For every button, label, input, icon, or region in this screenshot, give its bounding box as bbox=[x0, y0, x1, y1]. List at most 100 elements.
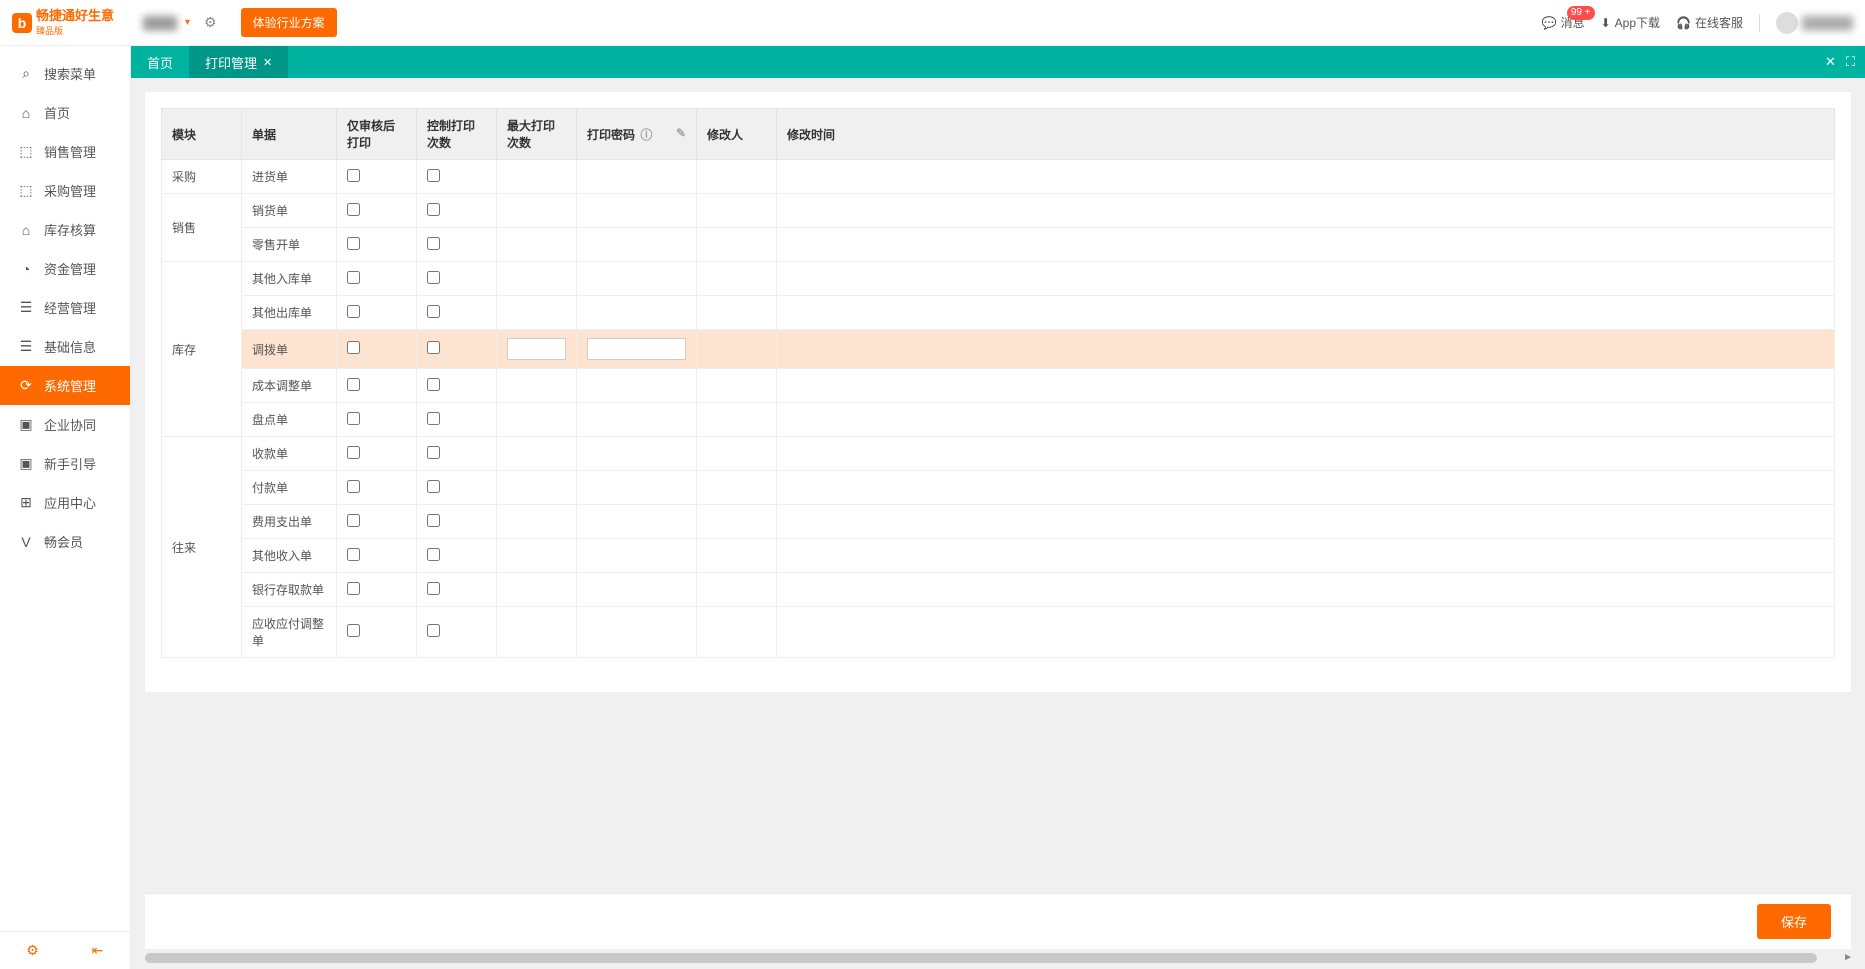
cell-audit-only bbox=[337, 369, 417, 403]
password-input[interactable] bbox=[587, 338, 686, 360]
cell-limit-count bbox=[417, 160, 497, 194]
cell-doc: 其他出库单 bbox=[242, 296, 337, 330]
tab-print[interactable]: 打印管理✕ bbox=[189, 46, 288, 78]
cell-doc: 银行存取款单 bbox=[242, 573, 337, 607]
edit-password-icon[interactable]: ✎ bbox=[676, 126, 686, 140]
sidebar-item-system[interactable]: ⟳系统管理 bbox=[0, 366, 130, 405]
sidebar-item-coop[interactable]: ▣企业协同 bbox=[0, 405, 130, 444]
audit-only-checkbox[interactable] bbox=[347, 169, 360, 182]
sidebar-item-sales[interactable]: ⬚销售管理 bbox=[0, 132, 130, 171]
limit-count-checkbox[interactable] bbox=[427, 237, 440, 250]
service-button[interactable]: 🎧 在线客服 bbox=[1676, 14, 1743, 31]
sidebar-item-stock[interactable]: ⌂库存核算 bbox=[0, 210, 130, 249]
cell-max-count bbox=[497, 369, 577, 403]
audit-only-checkbox[interactable] bbox=[347, 203, 360, 216]
logo-text: 畅捷通好生意 bbox=[36, 8, 114, 23]
audit-only-checkbox[interactable] bbox=[347, 341, 360, 354]
sidebar-item-operate[interactable]: ☰经营管理 bbox=[0, 288, 130, 327]
audit-only-checkbox[interactable] bbox=[347, 271, 360, 284]
tab-close-icon[interactable]: ✕ bbox=[263, 56, 272, 69]
sidebar-collapse-button[interactable]: ⇤ bbox=[65, 932, 130, 969]
table-row: 往来收款单 bbox=[162, 437, 1835, 471]
audit-only-checkbox[interactable] bbox=[347, 548, 360, 561]
message-button[interactable]: 💬 消息 99 + bbox=[1542, 14, 1585, 31]
sidebar-item-search[interactable]: ⌕搜索菜单 bbox=[0, 54, 130, 93]
download-button[interactable]: ⬇ App下载 bbox=[1601, 14, 1660, 31]
footer-bar: 保存 bbox=[145, 893, 1851, 949]
cell-modifier bbox=[697, 505, 777, 539]
audit-only-checkbox[interactable] bbox=[347, 378, 360, 391]
sidebar-settings-button[interactable]: ⚙ bbox=[0, 932, 65, 969]
cell-doc: 盘点单 bbox=[242, 403, 337, 437]
cell-max-count bbox=[497, 296, 577, 330]
scroll-right-icon[interactable]: ► bbox=[1843, 952, 1853, 963]
help-icon[interactable]: ⓘ bbox=[640, 128, 652, 142]
cell-modifier bbox=[697, 296, 777, 330]
sidebar-item-guide[interactable]: ▣新手引导 bbox=[0, 444, 130, 483]
audit-only-checkbox[interactable] bbox=[347, 305, 360, 318]
industry-plan-button[interactable]: 体验行业方案 bbox=[241, 8, 337, 37]
cell-max-count bbox=[497, 160, 577, 194]
sidebar-item-fund[interactable]: ◔资金管理 bbox=[0, 249, 130, 288]
tab-label: 首页 bbox=[147, 53, 173, 72]
scrollbar-thumb[interactable] bbox=[145, 953, 1817, 963]
limit-count-checkbox[interactable] bbox=[427, 271, 440, 284]
limit-count-checkbox[interactable] bbox=[427, 169, 440, 182]
audit-only-checkbox[interactable] bbox=[347, 624, 360, 637]
table-row: 零售开单 bbox=[162, 228, 1835, 262]
cell-modify-time bbox=[777, 369, 1835, 403]
org-selector[interactable]: ████ ▾ ⚙ bbox=[131, 14, 229, 31]
cell-password bbox=[577, 330, 697, 369]
audit-only-checkbox[interactable] bbox=[347, 582, 360, 595]
base-icon: ☰ bbox=[18, 339, 34, 355]
limit-count-checkbox[interactable] bbox=[427, 305, 440, 318]
max-count-input[interactable] bbox=[507, 338, 566, 360]
fullscreen-icon[interactable]: ⛶ bbox=[1846, 54, 1855, 70]
cell-limit-count bbox=[417, 403, 497, 437]
sidebar-item-appcenter[interactable]: ⊞应用中心 bbox=[0, 483, 130, 522]
limit-count-checkbox[interactable] bbox=[427, 514, 440, 527]
limit-count-checkbox[interactable] bbox=[427, 378, 440, 391]
sidebar-item-base[interactable]: ☰基础信息 bbox=[0, 327, 130, 366]
sidebar-item-vip[interactable]: V畅会员 bbox=[0, 522, 130, 561]
limit-count-checkbox[interactable] bbox=[427, 446, 440, 459]
audit-only-checkbox[interactable] bbox=[347, 480, 360, 493]
save-button[interactable]: 保存 bbox=[1757, 904, 1831, 939]
sidebar-item-purchase[interactable]: ⬚采购管理 bbox=[0, 171, 130, 210]
limit-count-checkbox[interactable] bbox=[427, 548, 440, 561]
logo-icon: b bbox=[12, 13, 32, 33]
message-badge: 99 + bbox=[1567, 6, 1595, 20]
limit-count-checkbox[interactable] bbox=[427, 341, 440, 354]
tabs: 首页打印管理✕ ✕ ⛶ bbox=[131, 46, 1865, 78]
cell-audit-only bbox=[337, 403, 417, 437]
th-doc: 单据 bbox=[242, 109, 337, 160]
cell-password bbox=[577, 160, 697, 194]
sidebar-item-home[interactable]: ⌂首页 bbox=[0, 93, 130, 132]
horizontal-scrollbar[interactable]: ◄ ► bbox=[145, 953, 1851, 963]
cell-modify-time bbox=[777, 607, 1835, 658]
limit-count-checkbox[interactable] bbox=[427, 624, 440, 637]
cell-max-count bbox=[497, 228, 577, 262]
cell-password bbox=[577, 607, 697, 658]
tab-close-all-icon[interactable]: ✕ bbox=[1825, 54, 1836, 70]
limit-count-checkbox[interactable] bbox=[427, 203, 440, 216]
limit-count-checkbox[interactable] bbox=[427, 582, 440, 595]
tab-home[interactable]: 首页 bbox=[131, 46, 189, 78]
user-menu[interactable]: ██████ bbox=[1776, 12, 1853, 34]
audit-only-checkbox[interactable] bbox=[347, 514, 360, 527]
gear-icon[interactable]: ⚙ bbox=[204, 14, 217, 31]
logo[interactable]: b 畅捷通好生意 臻品版 bbox=[12, 9, 131, 37]
cell-doc: 成本调整单 bbox=[242, 369, 337, 403]
cell-audit-only bbox=[337, 539, 417, 573]
headset-icon: 🎧 bbox=[1676, 16, 1691, 30]
audit-only-checkbox[interactable] bbox=[347, 412, 360, 425]
limit-count-checkbox[interactable] bbox=[427, 412, 440, 425]
cell-password bbox=[577, 573, 697, 607]
vip-icon: V bbox=[18, 534, 34, 550]
audit-only-checkbox[interactable] bbox=[347, 446, 360, 459]
cell-doc: 其他收入单 bbox=[242, 539, 337, 573]
limit-count-checkbox[interactable] bbox=[427, 480, 440, 493]
cell-module: 往来 bbox=[162, 437, 242, 658]
audit-only-checkbox[interactable] bbox=[347, 237, 360, 250]
print-manage-card: 模块 单据 仅审核后打印 控制打印次数 最大打印次数 打印密码 ⓘ ✎ 修改人 bbox=[145, 92, 1851, 692]
